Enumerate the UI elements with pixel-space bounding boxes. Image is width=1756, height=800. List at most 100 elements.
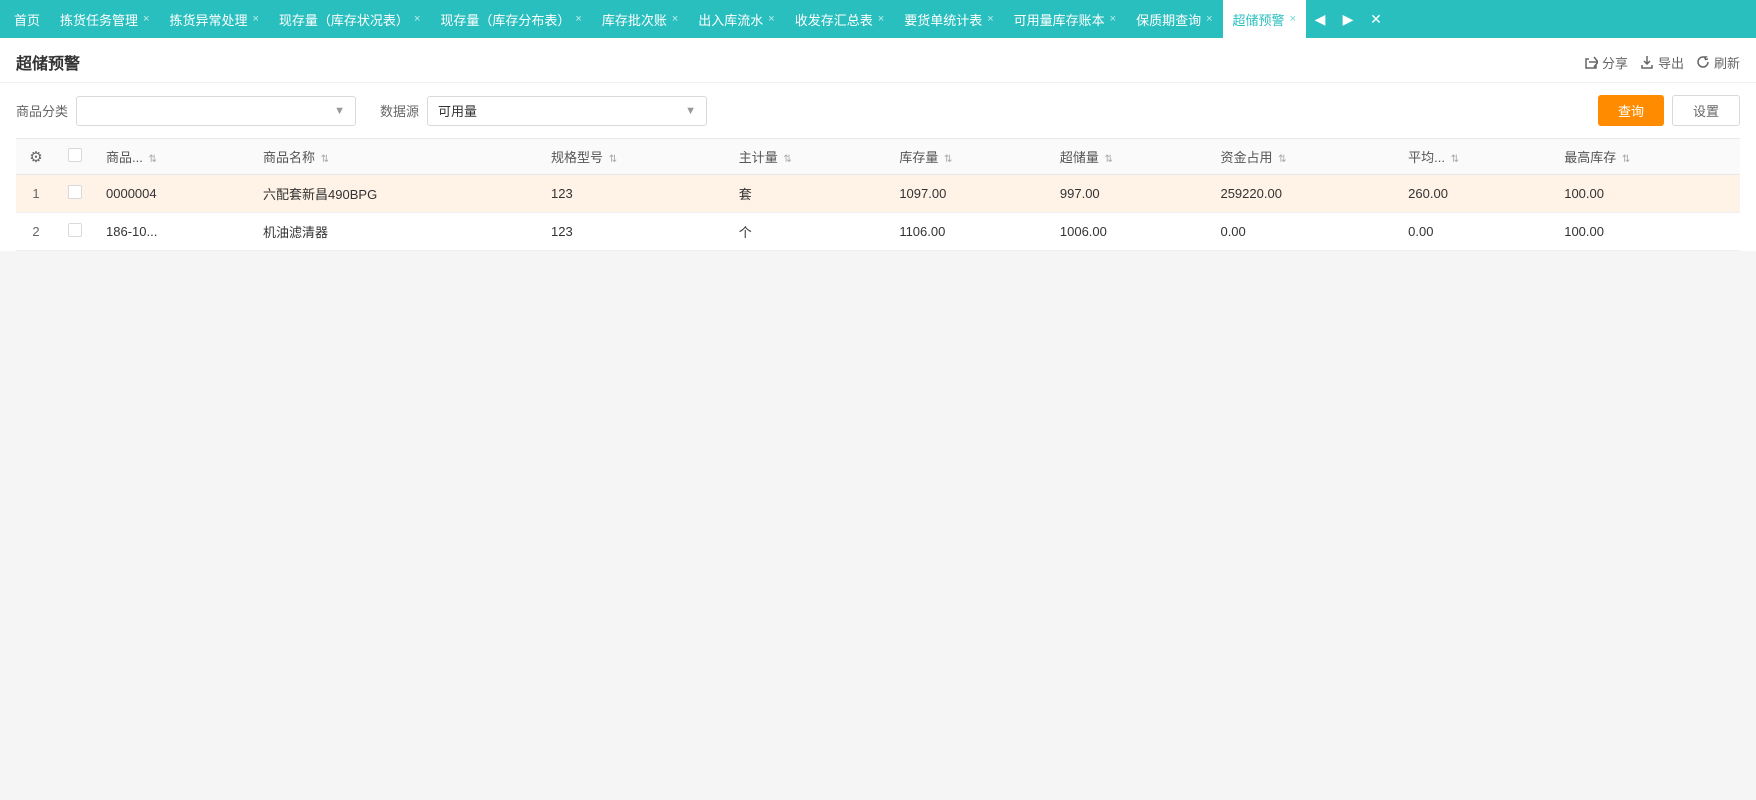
- filter-bar: 商品分类 ▼ 数据源 可用量 ▼ 查询 设置: [0, 83, 1756, 138]
- topbar-item-10[interactable]: 保质期查询 ×: [1126, 0, 1222, 38]
- close-icon-10[interactable]: ×: [1206, 13, 1212, 25]
- header-actions: 分享 导出 刷新: [1584, 53, 1740, 72]
- export-icon: [1640, 55, 1654, 69]
- row-name: 机油滤清器: [251, 213, 539, 251]
- table-row: 2 186-10... 机油滤清器 123 个 1106.00 1006.00 …: [16, 213, 1740, 251]
- topbar-item-9[interactable]: 可用量库存账本 ×: [1004, 0, 1126, 38]
- row-unit: 套: [727, 175, 888, 213]
- sort-icon-name: ⇅: [321, 154, 329, 165]
- topbar-item-6[interactable]: 出入库流水 ×: [688, 0, 784, 38]
- close-icon-9[interactable]: ×: [1110, 13, 1116, 25]
- table-row: 1 0000004 六配套新昌490BPG 123 套 1097.00 997.…: [16, 175, 1740, 213]
- row-capital: 0.00: [1208, 213, 1396, 251]
- product-category-select[interactable]: ▼: [76, 96, 356, 126]
- th-code[interactable]: 商品... ⇅: [94, 139, 251, 175]
- share-button[interactable]: 分享: [1584, 53, 1628, 72]
- refresh-button[interactable]: 刷新: [1696, 53, 1740, 72]
- topbar-next-btn[interactable]: ▶: [1334, 0, 1362, 38]
- th-unit[interactable]: 主计量 ⇅: [727, 139, 888, 175]
- page-title: 超储预警: [16, 50, 80, 74]
- row-capital: 259220.00: [1208, 175, 1396, 213]
- topbar-item-2[interactable]: 拣货异常处理 ×: [159, 0, 268, 38]
- settings-button[interactable]: 设置: [1672, 95, 1740, 126]
- topbar-item-8[interactable]: 要货单统计表 ×: [894, 0, 1003, 38]
- data-source-value: 可用量: [438, 101, 477, 120]
- row-name: 六配套新昌490BPG: [251, 175, 539, 213]
- topbar: 首页 拣货任务管理 × 拣货异常处理 × 现存量（库存状况表） × 现存量（库存…: [0, 0, 1756, 38]
- topbar-item-3[interactable]: 现存量（库存状况表） ×: [269, 0, 430, 38]
- row-unit: 个: [727, 213, 888, 251]
- row-overstock: 1006.00: [1048, 213, 1209, 251]
- row-stock: 1106.00: [887, 213, 1048, 251]
- topbar-item-7[interactable]: 收发存汇总表 ×: [785, 0, 894, 38]
- row-index: 1: [16, 175, 56, 213]
- row-avg: 0.00: [1396, 213, 1552, 251]
- export-button[interactable]: 导出: [1640, 53, 1684, 72]
- close-icon-3[interactable]: ×: [414, 13, 420, 25]
- close-icon-5[interactable]: ×: [672, 13, 678, 25]
- topbar-close-btn[interactable]: ✕: [1362, 0, 1390, 38]
- query-button[interactable]: 查询: [1598, 95, 1664, 126]
- data-source-chevron-icon: ▼: [685, 105, 696, 117]
- th-stock[interactable]: 库存量 ⇅: [887, 139, 1048, 175]
- close-icon-8[interactable]: ×: [987, 13, 993, 25]
- share-icon: [1584, 55, 1598, 69]
- page-header: 超储预警 分享 导出 刷新: [0, 38, 1756, 83]
- row-checkbox-cell[interactable]: [56, 175, 94, 213]
- row-max-stock: 100.00: [1552, 213, 1740, 251]
- gear-icon[interactable]: ⚙: [29, 149, 42, 166]
- close-icon-1[interactable]: ×: [143, 13, 149, 25]
- product-category-label: 商品分类: [16, 101, 68, 120]
- close-icon-4[interactable]: ×: [575, 13, 581, 25]
- topbar-prev-btn[interactable]: ◀: [1306, 0, 1334, 38]
- th-max-stock[interactable]: 最高库存 ⇅: [1552, 139, 1740, 175]
- close-icon-11[interactable]: ×: [1290, 13, 1296, 25]
- topbar-item-5[interactable]: 库存批次账 ×: [592, 0, 688, 38]
- row-stock: 1097.00: [887, 175, 1048, 213]
- filter-actions: 查询 设置: [1598, 95, 1740, 126]
- th-settings[interactable]: ⚙: [16, 139, 56, 175]
- row-spec: 123: [539, 175, 727, 213]
- sort-icon-capital: ⇅: [1278, 154, 1286, 165]
- sort-icon-max-stock: ⇅: [1622, 154, 1630, 165]
- data-source-filter: 数据源 可用量 ▼: [380, 96, 707, 126]
- chevron-down-icon: ▼: [334, 105, 345, 117]
- close-icon-7[interactable]: ×: [878, 13, 884, 25]
- th-name[interactable]: 商品名称 ⇅: [251, 139, 539, 175]
- row-checkbox-cell[interactable]: [56, 213, 94, 251]
- sort-icon-stock: ⇅: [944, 154, 952, 165]
- sort-icon-overstock: ⇅: [1105, 154, 1113, 165]
- row-overstock: 997.00: [1048, 175, 1209, 213]
- table-body: 1 0000004 六配套新昌490BPG 123 套 1097.00 997.…: [16, 175, 1740, 251]
- row-index: 2: [16, 213, 56, 251]
- close-icon-2[interactable]: ×: [252, 13, 258, 25]
- th-spec[interactable]: 规格型号 ⇅: [539, 139, 727, 175]
- sort-icon-unit: ⇅: [783, 154, 791, 165]
- th-capital[interactable]: 资金占用 ⇅: [1208, 139, 1396, 175]
- th-avg[interactable]: 平均... ⇅: [1396, 139, 1552, 175]
- row-checkbox[interactable]: [68, 223, 82, 237]
- product-category-filter: 商品分类 ▼: [16, 96, 356, 126]
- data-table: ⚙ 商品... ⇅ 商品名称 ⇅ 规格型号 ⇅: [16, 138, 1740, 251]
- data-source-select[interactable]: 可用量 ▼: [427, 96, 707, 126]
- topbar-home[interactable]: 首页: [4, 0, 50, 38]
- row-code: 186-10...: [94, 213, 251, 251]
- header-checkbox[interactable]: [68, 148, 82, 162]
- refresh-icon: [1696, 55, 1710, 69]
- topbar-item-1[interactable]: 拣货任务管理 ×: [50, 0, 159, 38]
- topbar-item-4[interactable]: 现存量（库存分布表） ×: [430, 0, 591, 38]
- row-max-stock: 100.00: [1552, 175, 1740, 213]
- sort-icon-spec: ⇅: [609, 154, 617, 165]
- table-header: ⚙ 商品... ⇅ 商品名称 ⇅ 规格型号 ⇅: [16, 139, 1740, 175]
- th-checkbox[interactable]: [56, 139, 94, 175]
- table-container: ⚙ 商品... ⇅ 商品名称 ⇅ 规格型号 ⇅: [0, 138, 1756, 251]
- row-avg: 260.00: [1396, 175, 1552, 213]
- page-content: 超储预警 分享 导出 刷新: [0, 38, 1756, 251]
- row-code: 0000004: [94, 175, 251, 213]
- close-icon-6[interactable]: ×: [768, 13, 774, 25]
- data-source-label: 数据源: [380, 101, 419, 120]
- topbar-item-11-active[interactable]: 超储预警 ×: [1223, 0, 1306, 38]
- row-checkbox[interactable]: [68, 185, 82, 199]
- sort-icon-avg: ⇅: [1451, 154, 1459, 165]
- th-overstock[interactable]: 超储量 ⇅: [1048, 139, 1209, 175]
